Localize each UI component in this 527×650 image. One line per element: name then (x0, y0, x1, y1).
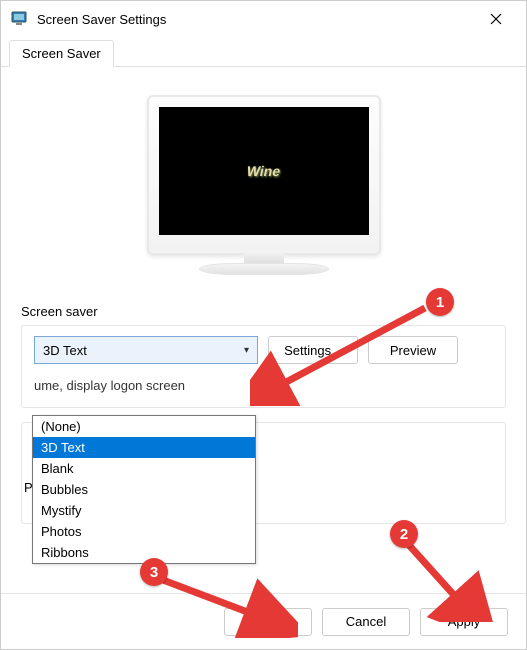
titlebar: Screen Saver Settings (1, 1, 526, 37)
dropdown-option[interactable]: Bubbles (33, 479, 255, 500)
annotation-arrow-1 (250, 296, 440, 406)
dropdown-option[interactable]: Ribbons (33, 542, 255, 563)
close-icon (490, 13, 502, 25)
preview-3d-text: Wine (245, 163, 282, 179)
annotation-badge-3: 3 (140, 558, 168, 586)
tab-strip: Screen Saver (1, 37, 526, 67)
dropdown-option[interactable]: Photos (33, 521, 255, 542)
dropdown-option[interactable]: Mystify (33, 500, 255, 521)
dropdown-option[interactable]: Blank (33, 458, 255, 479)
dropdown-option[interactable]: (None) (33, 416, 255, 437)
chevron-down-icon: ▾ (244, 345, 249, 356)
dropdown-option[interactable]: 3D Text (33, 437, 255, 458)
screensaver-combobox[interactable]: 3D Text ▾ (34, 336, 258, 364)
annotation-badge-2: 2 (390, 520, 418, 548)
screensaver-dropdown-list[interactable]: (None)3D TextBlankBubblesMystifyPhotosRi… (32, 415, 256, 564)
window-title: Screen Saver Settings (37, 12, 476, 27)
close-button[interactable] (476, 4, 516, 34)
screensaver-selected-value: 3D Text (43, 343, 244, 358)
annotation-arrow-3 (148, 568, 298, 638)
screensaver-icon (11, 10, 29, 28)
tab-screensaver[interactable]: Screen Saver (9, 40, 114, 67)
annotation-badge-1: 1 (426, 288, 454, 316)
preview-screen: Wine (159, 107, 369, 235)
monitor-preview: Wine (147, 95, 381, 280)
